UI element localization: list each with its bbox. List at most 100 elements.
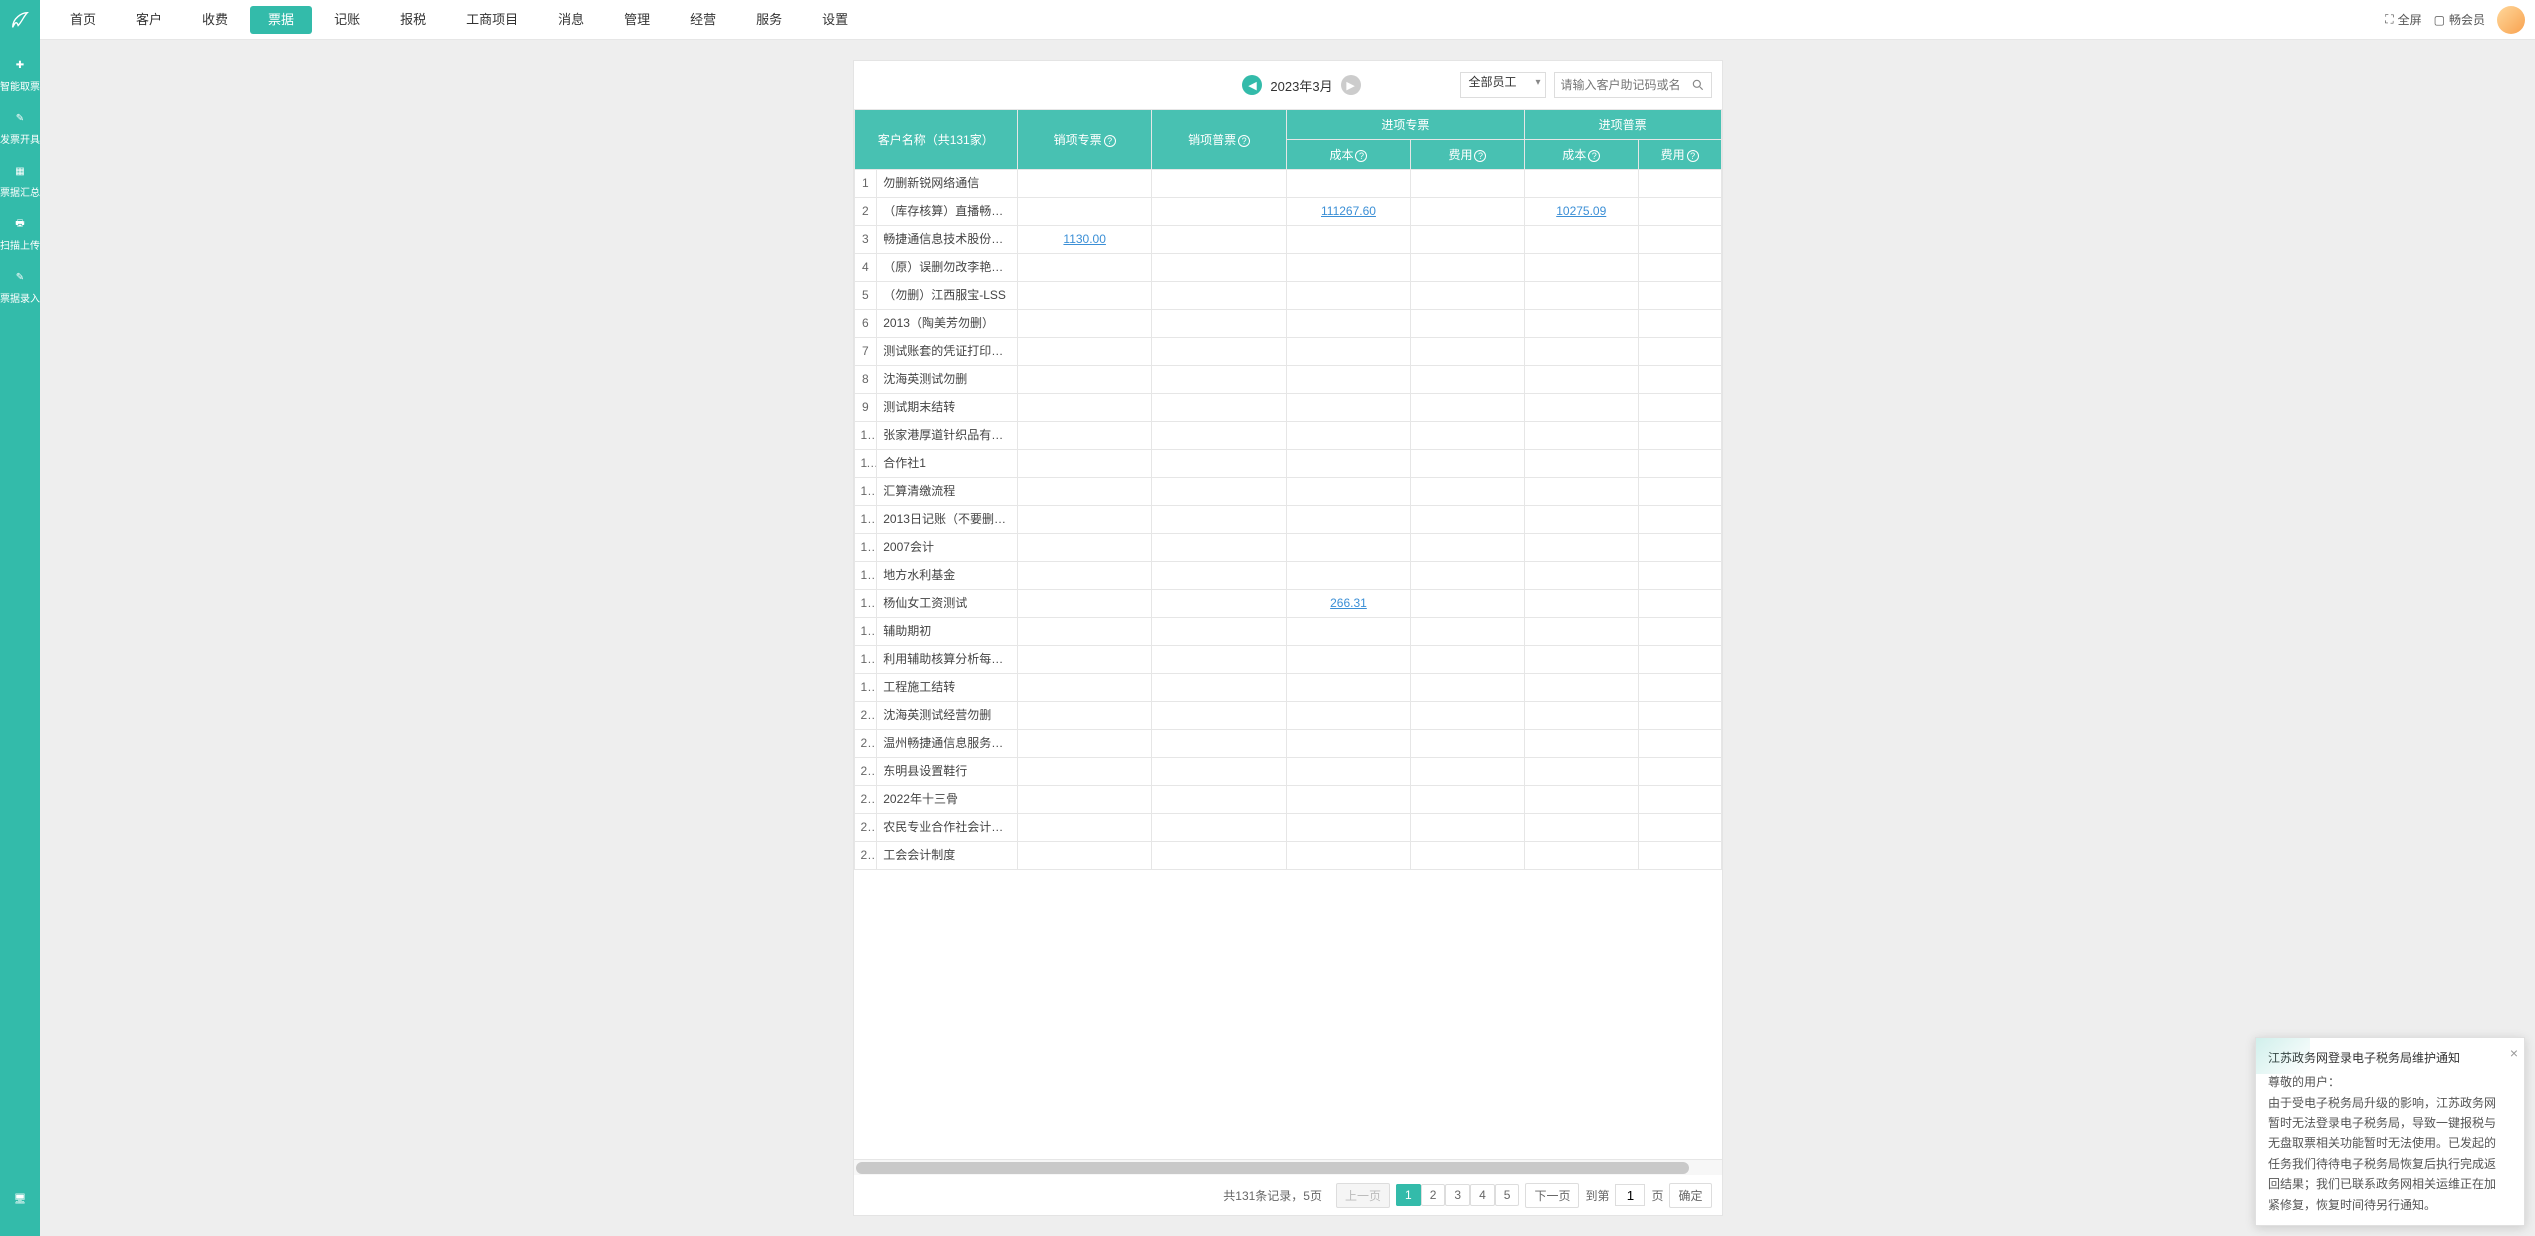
avatar[interactable] (2497, 6, 2525, 34)
cell-value (1286, 338, 1410, 366)
table-row[interactable]: 5（勿删）江西服宝-LSS (854, 282, 1721, 310)
horizontal-scrollbar[interactable] (854, 1159, 1722, 1175)
cell-value (1152, 338, 1286, 366)
cell-value (1017, 478, 1151, 506)
cell-value (1152, 758, 1286, 786)
help-icon[interactable]: ? (1687, 150, 1699, 162)
table-row[interactable]: 142007会计 (854, 534, 1721, 562)
nav-item-2[interactable]: 收费 (184, 6, 246, 34)
cell-value (1017, 562, 1151, 590)
table-row[interactable]: 17辅助期初 (854, 618, 1721, 646)
pager-prev-button[interactable]: 上一页 (1336, 1183, 1390, 1208)
nav-item-1[interactable]: 客户 (118, 6, 180, 34)
nav-item-9[interactable]: 经营 (672, 6, 734, 34)
help-icon[interactable]: ? (1474, 150, 1486, 162)
table-row[interactable]: 24农民专业合作社会计制度 (854, 814, 1721, 842)
pager-page-button[interactable]: 3 (1445, 1184, 1470, 1206)
sidebar-item-1[interactable]: ✎发票开具 (0, 101, 40, 154)
sidebar-item-2[interactable]: ▦票据汇总 (0, 154, 40, 207)
cell-value (1286, 758, 1410, 786)
table-row[interactable]: 20沈海英测试经营勿删 (854, 702, 1721, 730)
table-row[interactable]: 132013日记账（不要删除哈… (854, 506, 1721, 534)
sidebar-item-0[interactable]: ✚智能取票 (0, 48, 40, 101)
table-row[interactable]: 2（库存核算）直播畅捷通信…111267.6010275.09 (854, 198, 1721, 226)
table-row[interactable]: 232022年十三骨 (854, 786, 1721, 814)
cell-value (1017, 506, 1151, 534)
help-icon[interactable]: ? (1355, 150, 1367, 162)
app-logo[interactable] (0, 0, 40, 40)
cell-value[interactable]: 111267.60 (1286, 198, 1410, 226)
table-row[interactable]: 8沈海英测试勿删 (854, 366, 1721, 394)
table-row[interactable]: 4（原）误删勿改李艳芬测试账… (854, 254, 1721, 282)
nav-item-8[interactable]: 管理 (606, 6, 668, 34)
pager-page-button[interactable]: 4 (1470, 1184, 1495, 1206)
cell-value (1638, 282, 1721, 310)
help-icon[interactable]: ? (1588, 150, 1600, 162)
table-row[interactable]: 25工会会计制度 (854, 842, 1721, 870)
help-icon[interactable]: ? (1238, 135, 1250, 147)
cell-value (1638, 478, 1721, 506)
sidebar-bottom-button[interactable]: 🖥 (0, 1182, 40, 1216)
nav-item-10[interactable]: 服务 (738, 6, 800, 34)
cell-value (1152, 506, 1286, 534)
table-row[interactable]: 12汇算清缴流程 (854, 478, 1721, 506)
cell-value (1524, 730, 1638, 758)
cell-value (1017, 590, 1151, 618)
nav-item-7[interactable]: 消息 (540, 6, 602, 34)
nav-item-6[interactable]: 工商项目 (448, 6, 536, 34)
table-row[interactable]: 3畅捷通信息技术股份有限公…1130.00 (854, 226, 1721, 254)
cell-value (1638, 338, 1721, 366)
cell-value[interactable]: 10275.09 (1524, 198, 1638, 226)
cell-name: （勿删）江西服宝-LSS (877, 282, 1018, 310)
cell-name: 畅捷通信息技术股份有限公… (877, 226, 1018, 254)
table-row[interactable]: 22东明县设置鞋行 (854, 758, 1721, 786)
cell-value[interactable]: 266.31 (1286, 590, 1410, 618)
cell-name: （原）误删勿改李艳芬测试账… (877, 254, 1018, 282)
table-row[interactable]: 21温州畅捷通信息服务有限… (854, 730, 1721, 758)
col-in-normal: 进项普票 (1524, 110, 1721, 140)
cell-value (1638, 646, 1721, 674)
nav-item-3[interactable]: 票据 (250, 6, 312, 34)
table-row[interactable]: 1勿删新锐网络通信 (854, 170, 1721, 198)
table-row[interactable]: 10张家港厚道针织品有限公… (854, 422, 1721, 450)
nav-item-4[interactable]: 记账 (316, 6, 378, 34)
table-row[interactable]: 16杨仙女工资测试266.31 (854, 590, 1721, 618)
scrollbar-thumb[interactable] (856, 1162, 1689, 1174)
member-button[interactable]: ▢ 畅会员 (2434, 11, 2485, 28)
fullscreen-button[interactable]: ⛶ 全屏 (2385, 11, 2421, 28)
pager-next-button[interactable]: 下一页 (1525, 1183, 1579, 1208)
table-row[interactable]: 15地方水利基金 (854, 562, 1721, 590)
cell-value (1524, 674, 1638, 702)
pager-jump-input[interactable] (1615, 1184, 1645, 1206)
table-row[interactable]: 19工程施工结转 (854, 674, 1721, 702)
table-row[interactable]: 9测试期末结转 (854, 394, 1721, 422)
search-input[interactable] (1555, 73, 1685, 97)
cell-value[interactable]: 1130.00 (1017, 226, 1151, 254)
table-row[interactable]: 18利用辅助核算分析每种商… (854, 646, 1721, 674)
sidebar-item-4[interactable]: ✎票据录入 (0, 260, 40, 313)
cell-value (1152, 618, 1286, 646)
next-month-button[interactable]: ▶ (1341, 75, 1361, 95)
nav-item-5[interactable]: 报税 (382, 6, 444, 34)
cell-value (1152, 170, 1286, 198)
cell-value (1152, 702, 1286, 730)
pager-page-button[interactable]: 2 (1421, 1184, 1446, 1206)
cell-index: 7 (854, 338, 877, 366)
search-button[interactable] (1685, 73, 1711, 97)
cell-value (1411, 786, 1525, 814)
sidebar-item-3[interactable]: 🖶扫描上传 (0, 207, 40, 260)
table-row[interactable]: 11合作社1 (854, 450, 1721, 478)
nav-item-0[interactable]: 首页 (52, 6, 114, 34)
pager-confirm-button[interactable]: 确定 (1669, 1183, 1711, 1208)
table-row[interactable]: 62013（陶美芳勿删） (854, 310, 1721, 338)
toast-close-button[interactable]: × (2510, 1042, 2518, 1066)
pager-page-button[interactable]: 1 (1396, 1184, 1421, 1206)
prev-month-button[interactable]: ◀ (1242, 75, 1262, 95)
table-row[interactable]: 7测试账套的凭证打印的时候… (854, 338, 1721, 366)
employee-select[interactable]: 全部员工 (1460, 72, 1546, 98)
pager-page-button[interactable]: 5 (1495, 1184, 1520, 1206)
cell-value (1286, 814, 1410, 842)
nav-item-11[interactable]: 设置 (804, 6, 866, 34)
help-icon[interactable]: ? (1104, 135, 1116, 147)
cell-name: 合作社1 (877, 450, 1018, 478)
